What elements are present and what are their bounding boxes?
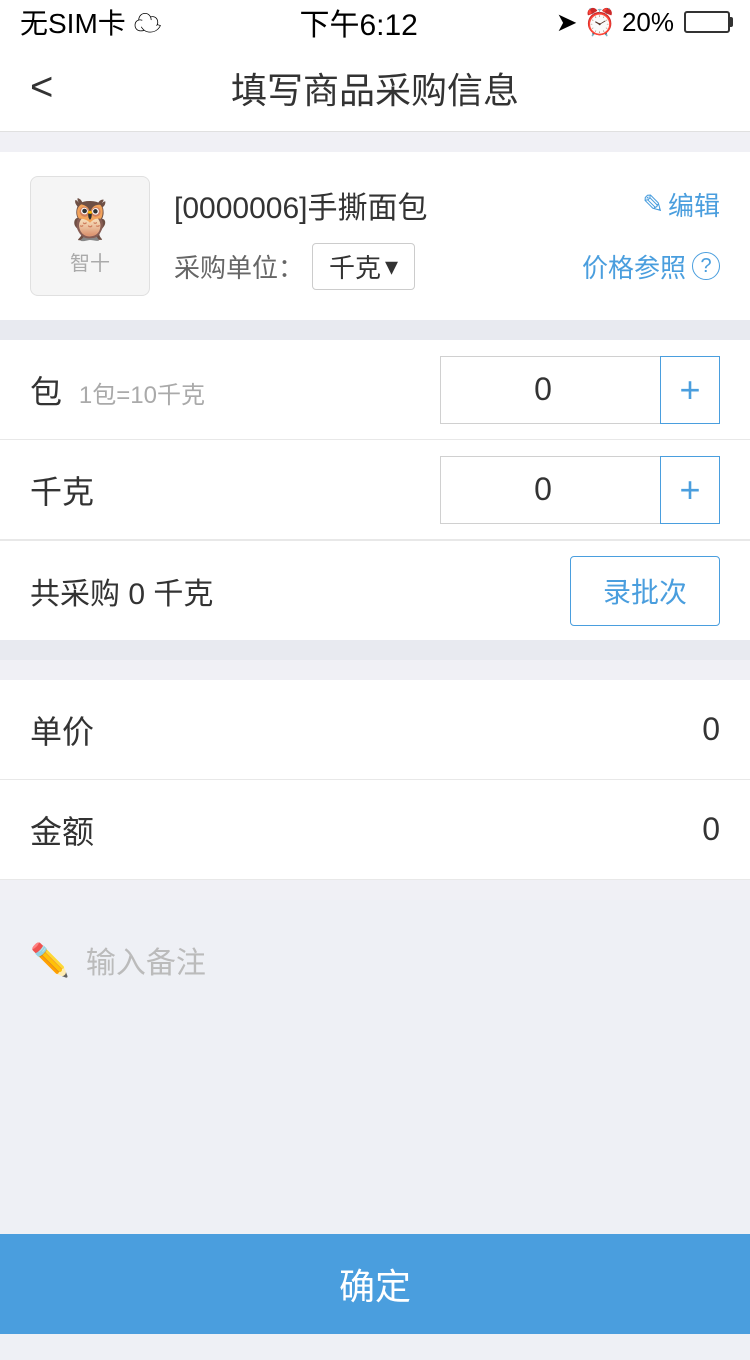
bag-input[interactable] (440, 356, 660, 424)
kg-input[interactable] (440, 456, 660, 524)
product-header: [0000006]手撕面包 ✎ 编辑 (174, 183, 720, 227)
page-title: 填写商品采购信息 (231, 62, 519, 114)
unit-label: 采购单位： (174, 248, 304, 285)
bag-label: 包 (30, 374, 62, 410)
info-icon: ? (692, 252, 720, 280)
product-card: 🦉 智十 [0000006]手撕面包 ✎ 编辑 采购单位： 千克 ▾ 价格参照 (0, 152, 750, 320)
bag-label-group: 包 1包=10千克 (30, 367, 440, 413)
unit-select[interactable]: 千克 ▾ (312, 243, 415, 290)
no-sim-label: 无SIM卡 ☁ (20, 2, 162, 42)
owl-icon: 🦉 (65, 196, 115, 243)
chevron-down-icon: ▾ (385, 251, 398, 282)
status-right: ➤ ⏰ 20% (556, 7, 730, 38)
bag-hint: 1包=10千克 (79, 382, 205, 409)
kg-plus-button[interactable]: + (660, 456, 720, 524)
bag-input-row: 包 1包=10千克 + (0, 340, 750, 440)
unit-price-label: 单价 (30, 707, 94, 753)
amount-row: 金额 0 (0, 780, 750, 880)
input-section: 包 1包=10千克 + 千克 + (0, 340, 750, 540)
kg-input-wrapper: + (440, 456, 720, 524)
nav-bar: < 填写商品采购信息 (0, 44, 750, 132)
total-text: 共采购 0 千克 (30, 569, 213, 613)
status-left: 无SIM卡 ☁ (20, 2, 162, 42)
amount-label: 金额 (30, 807, 94, 853)
location-icon: ➤ (556, 7, 578, 38)
info-section: 单价 0 金额 0 (0, 680, 750, 880)
section-divider-2 (0, 640, 750, 660)
edit-button[interactable]: ✎ 编辑 (642, 186, 720, 223)
product-image: 🦉 智十 (30, 176, 150, 296)
batch-button[interactable]: 录批次 (570, 556, 720, 626)
status-time: 下午6:12 (299, 0, 417, 44)
confirm-button[interactable]: 确定 (0, 1234, 750, 1334)
total-row: 共采购 0 千克 录批次 (0, 540, 750, 640)
back-button[interactable]: < (30, 65, 53, 110)
edit-icon: ✎ (642, 189, 664, 220)
pencil-icon: ✏️ (30, 941, 70, 979)
unit-price-value: 0 (702, 711, 720, 748)
product-name: [0000006]手撕面包 (174, 183, 427, 227)
status-bar: 无SIM卡 ☁ 下午6:12 ➤ ⏰ 20% (0, 0, 750, 44)
unit-price-row: 单价 0 (0, 680, 750, 780)
price-ref-button[interactable]: 价格参照 ? (582, 248, 720, 285)
product-unit-row: 采购单位： 千克 ▾ 价格参照 ? (174, 243, 720, 290)
note-placeholder: 输入备注 (86, 938, 206, 982)
note-section[interactable]: ✏️ 输入备注 (0, 900, 750, 1020)
kg-label: 千克 (30, 467, 440, 513)
battery-icon (684, 11, 730, 33)
section-divider-1 (0, 320, 750, 340)
bag-plus-button[interactable]: + (660, 356, 720, 424)
unit-selector-group: 采购单位： 千克 ▾ (174, 243, 415, 290)
battery-label: 20% (622, 7, 674, 38)
product-info: [0000006]手撕面包 ✎ 编辑 采购单位： 千克 ▾ 价格参照 ? (174, 183, 720, 290)
alarm-icon: ⏰ (584, 7, 616, 38)
kg-input-row: 千克 + (0, 440, 750, 540)
bag-input-wrapper: + (440, 356, 720, 424)
product-img-label: 智十 (70, 247, 110, 276)
amount-value: 0 (702, 811, 720, 848)
